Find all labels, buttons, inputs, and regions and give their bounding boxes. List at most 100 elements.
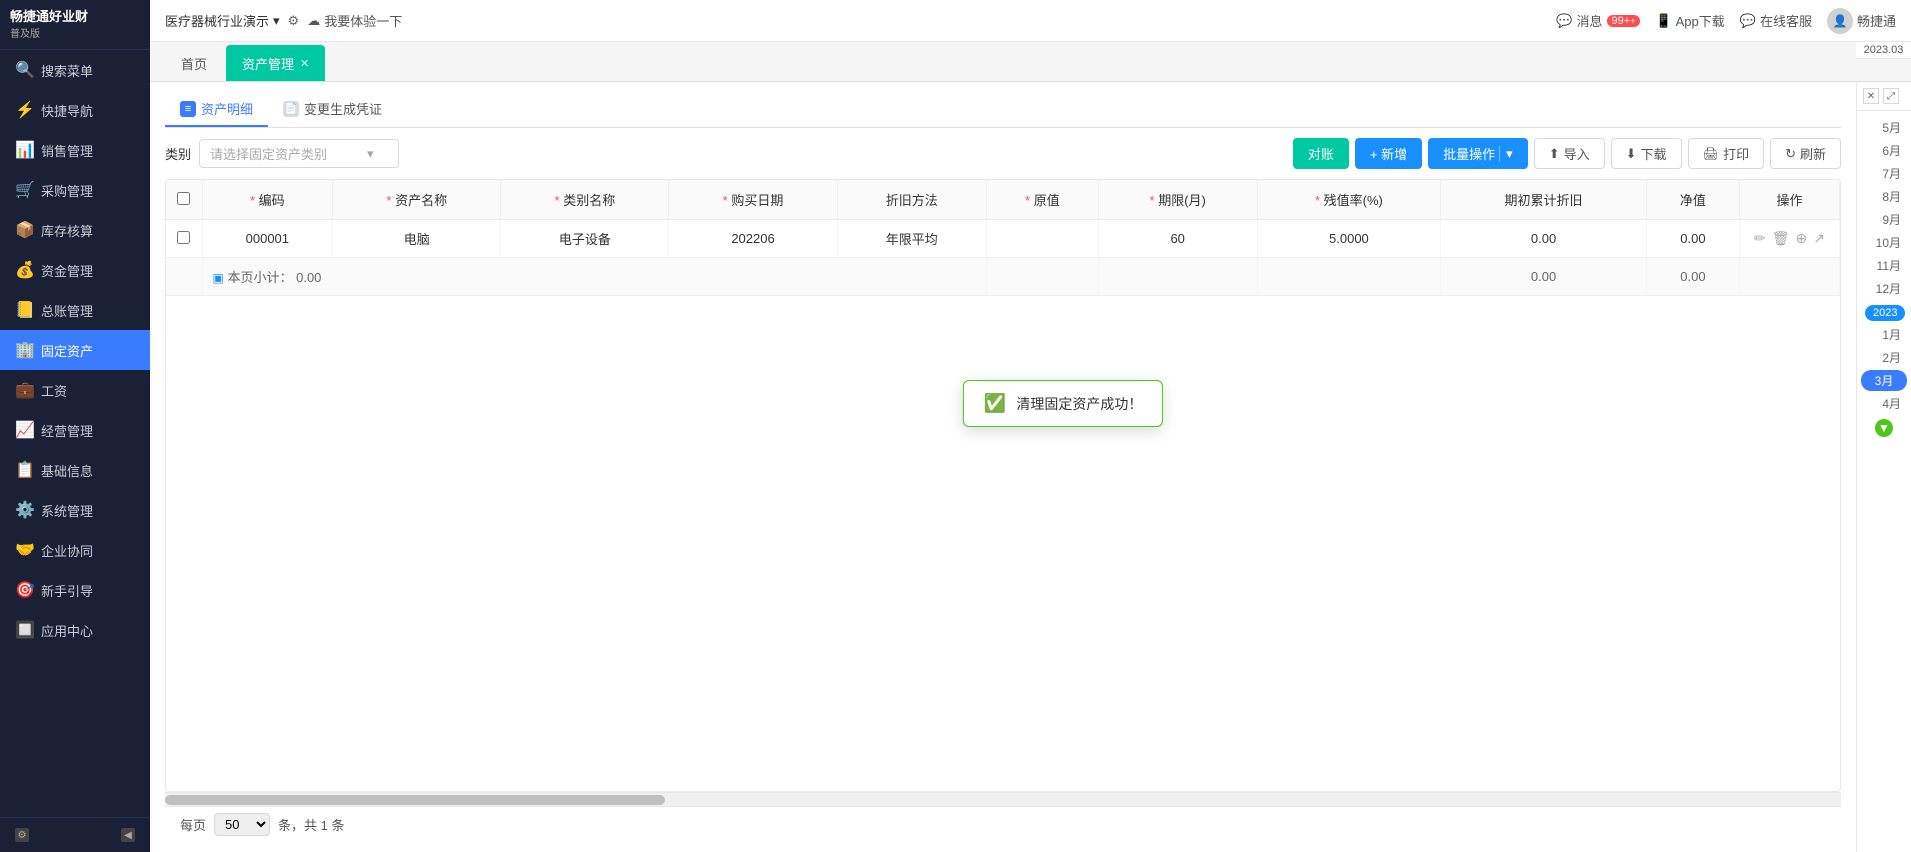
- select-all-checkbox[interactable]: [177, 192, 190, 205]
- h-scrollbar[interactable]: [165, 792, 1841, 806]
- sidebar-item-fixed[interactable]: 🏢固定资产: [0, 330, 150, 370]
- toolbar-filter: 类别 请选择固定资产类别 ▾: [165, 139, 399, 168]
- col-original-value: * 原值: [986, 180, 1098, 220]
- sidebar-item-payroll[interactable]: 💼工资: [0, 370, 150, 410]
- timeline-down-icon[interactable]: ▼: [1875, 419, 1893, 437]
- sidebar-item-quicknav[interactable]: ⚡快捷导航: [0, 90, 150, 130]
- sidebar-item-system[interactable]: ⚙️ 系统管理: [0, 490, 150, 530]
- collapse-icon[interactable]: ◀: [121, 828, 135, 842]
- timeline-month-5[interactable]: 5月: [1857, 116, 1911, 139]
- batch-dropdown-arrow[interactable]: ▾: [1499, 146, 1513, 162]
- copy-icon[interactable]: ⊕: [1796, 230, 1808, 247]
- col-checkbox: [166, 180, 202, 220]
- settings-btn[interactable]: ⚙: [288, 13, 300, 29]
- col-category: * 类别名称: [501, 180, 669, 220]
- subtotal-original: 0.00: [296, 270, 321, 285]
- category-select[interactable]: 请选择固定资产类别 ▾: [199, 139, 399, 168]
- per-page-select[interactable]: 50 100: [214, 813, 270, 836]
- pagination: 每页 50 100 条，共 1 条: [165, 806, 1841, 842]
- company-dropdown-icon: ▾: [273, 13, 280, 29]
- sidebar-item-label-coop: 企业协同: [41, 541, 93, 560]
- online-service-btn[interactable]: 💬 在线客服: [1740, 11, 1812, 30]
- per-page-label: 每页: [180, 815, 206, 834]
- tab-home[interactable]: 首页: [165, 45, 223, 81]
- timeline-month-9[interactable]: 9月: [1857, 208, 1911, 231]
- more-icon[interactable]: ↗: [1813, 230, 1825, 247]
- cell-residual-rate: 5.0000: [1257, 220, 1441, 258]
- h-scrollbar-thumb[interactable]: [165, 795, 665, 805]
- sidebar-item-search[interactable]: 🔍搜索菜单: [0, 50, 150, 90]
- timeline-month-10[interactable]: 10月: [1857, 231, 1911, 254]
- sidebar-item-apps[interactable]: 🔲应用中心: [0, 610, 150, 650]
- cell-depr-method: 年限平均: [837, 220, 986, 258]
- batch-button[interactable]: 批量操作 ▾: [1428, 138, 1528, 169]
- experience-btn[interactable]: ☁ 我要体验一下: [307, 11, 402, 30]
- user-area[interactable]: 👤 畅捷通: [1827, 8, 1896, 34]
- sidebar-item-operations[interactable]: 📈经营管理: [0, 410, 150, 450]
- timeline-month-4[interactable]: 4月: [1857, 392, 1911, 415]
- sidebar-item-funds[interactable]: 💰资金管理: [0, 250, 150, 290]
- sub-tab-change-voucher[interactable]: 📄 变更生成凭证: [268, 92, 397, 127]
- timeline-month-1[interactable]: 1月: [1857, 323, 1911, 346]
- guide-icon: 🎯: [15, 580, 33, 600]
- timeline: 5月 6月 7月 8月 9月 10月 11月 12月 2023 1月 2月 3月…: [1857, 111, 1911, 852]
- sidebar-item-coop[interactable]: 🤝 企业协同: [0, 530, 150, 570]
- edit-icon[interactable]: ✏: [1754, 230, 1766, 247]
- row-checkbox[interactable]: [177, 231, 190, 244]
- delete-icon[interactable]: 🗑: [1772, 230, 1790, 247]
- timeline-month-8[interactable]: 8月: [1857, 185, 1911, 208]
- sidebar-nav: 🔍搜索菜单⚡快捷导航📊销售管理🛒采购管理📦库存核算💰资金管理📒总账管理🏢固定资产…: [0, 50, 150, 817]
- sidebar-item-sales[interactable]: 📊销售管理: [0, 130, 150, 170]
- payroll-icon: 💼: [15, 380, 33, 400]
- header-left: 医疗器械行业演示 ▾ ⚙ ☁ 我要体验一下: [165, 11, 402, 30]
- cell-original-value: [986, 220, 1098, 258]
- sidebar-item-inventory[interactable]: 📦库存核算: [0, 210, 150, 250]
- tab-asset-label: 资产管理: [242, 54, 294, 73]
- sidebar-item-label-funds: 资金管理: [41, 261, 93, 280]
- sidebar-item-guide[interactable]: 🎯新手引导: [0, 570, 150, 610]
- timeline-month-11[interactable]: 11月: [1857, 254, 1911, 277]
- toast-message: 清理固定资产成功！: [1016, 394, 1142, 414]
- timeline-month-2[interactable]: 2月: [1857, 346, 1911, 369]
- category-select-placeholder: 请选择固定资产类别: [210, 144, 327, 163]
- sidebar-item-ledger[interactable]: 📒总账管理: [0, 290, 150, 330]
- tab-asset[interactable]: 资产管理 ✕: [226, 45, 325, 81]
- refresh-button[interactable]: ↻ 刷新: [1770, 138, 1841, 169]
- sidebar-item-basics[interactable]: 📋基础信息: [0, 450, 150, 490]
- sidebar-item-label-sales: 销售管理: [41, 141, 93, 160]
- add-button[interactable]: + 新增: [1355, 138, 1422, 169]
- fixed-icon: 🏢: [15, 340, 33, 360]
- content-main: ≡ 资产明细 📄 变更生成凭证 类别 请选择固定资产类别 ▾: [150, 82, 1856, 852]
- cell-initial-accum-depr: 0.00: [1441, 220, 1647, 258]
- export-button[interactable]: ⬆ 导入: [1534, 138, 1605, 169]
- right-panel-close-btn[interactable]: ✕: [1863, 88, 1879, 104]
- timeline-month-6[interactable]: 6月: [1857, 139, 1911, 162]
- system-icon: ⚙️: [15, 500, 33, 520]
- sub-tabs: ≡ 资产明细 📄 变更生成凭证: [165, 92, 1841, 128]
- sidebar-item-purchase[interactable]: 🛒采购管理: [0, 170, 150, 210]
- print-icon: 🖨: [1703, 146, 1720, 162]
- sidebar-item-label-system: 系统管理: [41, 501, 93, 520]
- timeline-month-12[interactable]: 12月: [1857, 277, 1911, 300]
- print-button[interactable]: 🖨 打印: [1688, 138, 1765, 169]
- tab-asset-close-icon[interactable]: ✕: [300, 57, 309, 70]
- right-panel-expand-btn[interactable]: ⤢: [1883, 88, 1899, 104]
- app-name: 畅捷通好业财: [10, 9, 88, 26]
- year-2023-tag[interactable]: 2023: [1865, 305, 1905, 321]
- subtotal-row: ▣ 本页小计： 0.00 0.00 0.00: [166, 258, 1840, 296]
- timeline-month-7[interactable]: 7月: [1857, 162, 1911, 185]
- coop-icon: 🤝: [15, 540, 33, 560]
- sidebar-item-label-basics: 基础信息: [41, 461, 93, 480]
- company-selector[interactable]: 医疗器械行业演示 ▾: [165, 11, 280, 30]
- cell-code: 000001: [202, 220, 333, 258]
- toast-success-icon: ✅: [984, 393, 1006, 414]
- col-depr-method: 折旧方法: [837, 180, 986, 220]
- timeline-month-3-active[interactable]: 3月: [1861, 370, 1907, 391]
- download-button[interactable]: ⬇ 下载: [1611, 138, 1682, 169]
- reconcile-button[interactable]: 对账: [1293, 138, 1349, 169]
- asset-table: * 编码 * 资产名称 * 类别名称 * 购买日期 折旧方法 * 原值 * 期限…: [165, 179, 1841, 792]
- app-download-btn[interactable]: 📱 App下载: [1655, 11, 1724, 30]
- message-btn[interactable]: 💬 消息 99++: [1556, 11, 1640, 30]
- settings-icon[interactable]: ⚙: [15, 828, 29, 842]
- sub-tab-asset-detail[interactable]: ≡ 资产明细: [165, 92, 268, 127]
